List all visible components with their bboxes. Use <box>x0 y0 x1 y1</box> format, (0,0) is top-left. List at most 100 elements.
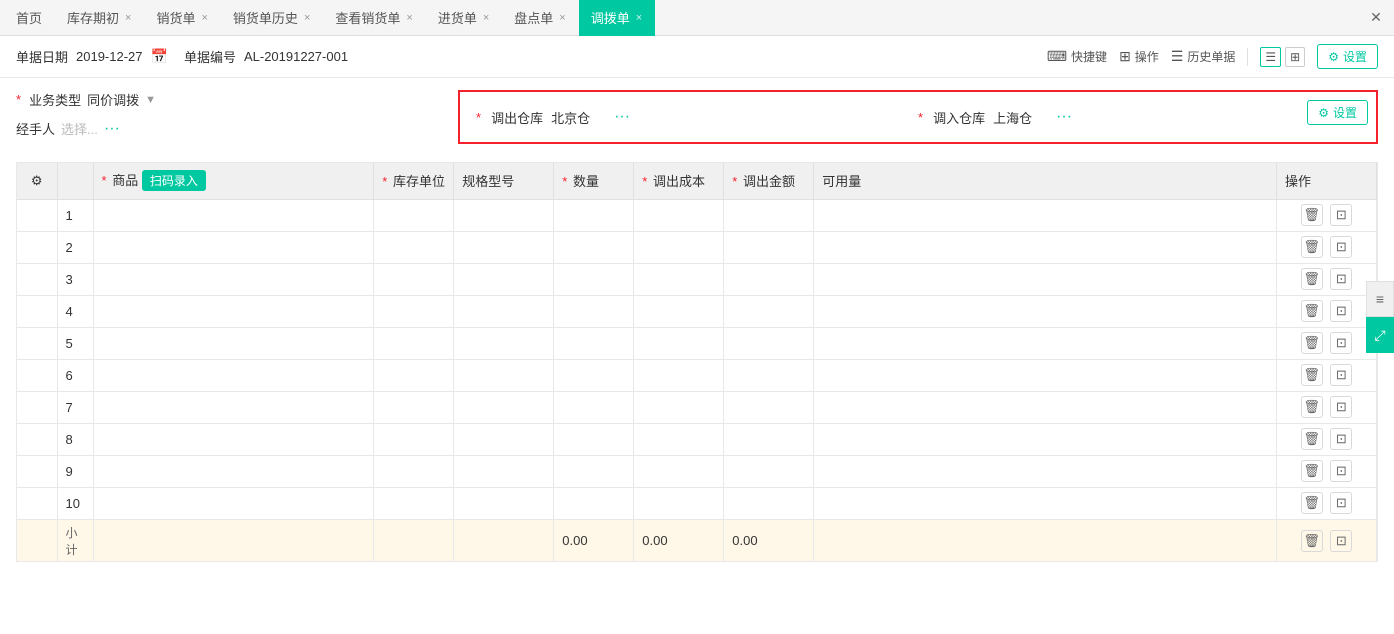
row-unit[interactable] <box>374 199 454 231</box>
row-copy-icon[interactable]: ⊡ <box>1330 268 1352 290</box>
row-delete-icon[interactable]: 🗑 <box>1301 460 1323 482</box>
row-available[interactable] <box>814 263 1277 295</box>
business-type-select[interactable]: 同价调拨 ▼ <box>87 90 287 109</box>
row-goods[interactable] <box>93 327 374 359</box>
row-cost[interactable] <box>634 455 724 487</box>
calendar-icon[interactable]: 📅 <box>151 48 168 65</box>
row-spec[interactable] <box>454 231 554 263</box>
row-cost[interactable] <box>634 391 724 423</box>
row-goods[interactable] <box>93 391 374 423</box>
tab-transfer[interactable]: 调拨单 × <box>579 0 655 36</box>
row-spec[interactable] <box>454 327 554 359</box>
row-goods[interactable] <box>93 487 374 519</box>
row-unit[interactable] <box>374 231 454 263</box>
handler-more-btn[interactable]: ··· <box>104 121 120 137</box>
row-delete-icon[interactable]: 🗑 <box>1301 428 1323 450</box>
row-cost[interactable] <box>634 359 724 391</box>
row-copy-icon[interactable]: ⊡ <box>1330 332 1352 354</box>
tab-purchase[interactable]: 进货单 × <box>426 0 502 36</box>
row-delete-icon[interactable]: 🗑 <box>1301 204 1323 226</box>
operations-btn[interactable]: ⊞ 操作 <box>1119 48 1159 65</box>
row-qty[interactable] <box>554 455 634 487</box>
setting-gear-icon[interactable]: ⚙ <box>31 173 43 188</box>
row-qty[interactable] <box>554 263 634 295</box>
row-goods[interactable] <box>93 263 374 295</box>
row-qty[interactable] <box>554 231 634 263</box>
handler-placeholder[interactable]: 选择... <box>61 119 98 138</box>
window-close-button[interactable]: ✕ <box>1366 8 1386 28</box>
history-btn[interactable]: ☰ 历史单据 <box>1171 48 1236 65</box>
row-unit[interactable] <box>374 327 454 359</box>
row-amount[interactable] <box>724 359 814 391</box>
scan-btn[interactable]: 扫码录入 <box>142 170 206 191</box>
row-delete-icon[interactable]: 🗑 <box>1301 332 1323 354</box>
row-qty[interactable] <box>554 423 634 455</box>
row-available[interactable] <box>814 327 1277 359</box>
tab-view-sales[interactable]: 查看销货单 × <box>323 0 425 36</box>
settings-btn[interactable]: ⚙ 设置 <box>1317 44 1378 69</box>
row-amount[interactable] <box>724 455 814 487</box>
row-available[interactable] <box>814 359 1277 391</box>
row-goods[interactable] <box>93 359 374 391</box>
warehouse-out-more-btn[interactable]: ··· <box>614 108 630 126</box>
row-delete-icon[interactable]: 🗑 <box>1301 236 1323 258</box>
tab-sales-history-close[interactable]: × <box>304 12 310 24</box>
tab-home[interactable]: 首页 <box>4 0 55 36</box>
row-copy-icon[interactable]: ⊡ <box>1330 460 1352 482</box>
warehouse-in-more-btn[interactable]: ··· <box>1056 108 1072 126</box>
row-copy-icon[interactable]: ⊡ <box>1330 396 1352 418</box>
row-spec[interactable] <box>454 263 554 295</box>
row-available[interactable] <box>814 295 1277 327</box>
row-qty[interactable] <box>554 327 634 359</box>
row-unit[interactable] <box>374 487 454 519</box>
row-goods[interactable] <box>93 423 374 455</box>
row-spec[interactable] <box>454 455 554 487</box>
row-spec[interactable] <box>454 295 554 327</box>
row-available[interactable] <box>814 423 1277 455</box>
row-cost[interactable] <box>634 487 724 519</box>
row-available[interactable] <box>814 199 1277 231</box>
row-spec[interactable] <box>454 487 554 519</box>
row-cost[interactable] <box>634 295 724 327</box>
row-delete-icon[interactable]: 🗑 <box>1301 268 1323 290</box>
tab-inventory-check-close[interactable]: × <box>559 12 565 24</box>
row-goods[interactable] <box>93 295 374 327</box>
row-delete-icon[interactable]: 🗑 <box>1301 364 1323 386</box>
tab-inventory-init[interactable]: 库存期初 × <box>55 0 144 36</box>
subtotal-copy-icon[interactable]: ⊡ <box>1330 530 1352 552</box>
row-unit[interactable] <box>374 359 454 391</box>
row-amount[interactable] <box>724 327 814 359</box>
row-qty[interactable] <box>554 487 634 519</box>
row-cost[interactable] <box>634 199 724 231</box>
row-unit[interactable] <box>374 295 454 327</box>
row-available[interactable] <box>814 487 1277 519</box>
row-cost[interactable] <box>634 423 724 455</box>
tab-sales-order[interactable]: 销货单 × <box>144 0 220 36</box>
business-type-dropdown-icon[interactable]: ▼ <box>145 94 156 106</box>
row-unit[interactable] <box>374 423 454 455</box>
row-spec[interactable] <box>454 359 554 391</box>
row-cost[interactable] <box>634 327 724 359</box>
tab-transfer-close[interactable]: × <box>636 12 642 24</box>
row-copy-icon[interactable]: ⊡ <box>1330 428 1352 450</box>
row-qty[interactable] <box>554 391 634 423</box>
row-spec[interactable] <box>454 391 554 423</box>
row-unit[interactable] <box>374 391 454 423</box>
row-amount[interactable] <box>724 295 814 327</box>
warehouse-settings-btn[interactable]: ⚙ 设置 <box>1307 100 1368 125</box>
float-list-btn[interactable]: ≡ <box>1366 281 1394 317</box>
row-amount[interactable] <box>724 423 814 455</box>
row-copy-icon[interactable]: ⊡ <box>1330 300 1352 322</box>
row-qty[interactable] <box>554 295 634 327</box>
row-amount[interactable] <box>724 199 814 231</box>
tab-inventory-init-close[interactable]: × <box>125 12 131 24</box>
row-goods[interactable] <box>93 455 374 487</box>
tab-sales-order-close[interactable]: × <box>201 12 207 24</box>
row-unit[interactable] <box>374 263 454 295</box>
row-copy-icon[interactable]: ⊡ <box>1330 364 1352 386</box>
row-copy-icon[interactable]: ⊡ <box>1330 236 1352 258</box>
row-cost[interactable] <box>634 263 724 295</box>
row-goods[interactable] <box>93 231 374 263</box>
row-amount[interactable] <box>724 231 814 263</box>
row-available[interactable] <box>814 231 1277 263</box>
